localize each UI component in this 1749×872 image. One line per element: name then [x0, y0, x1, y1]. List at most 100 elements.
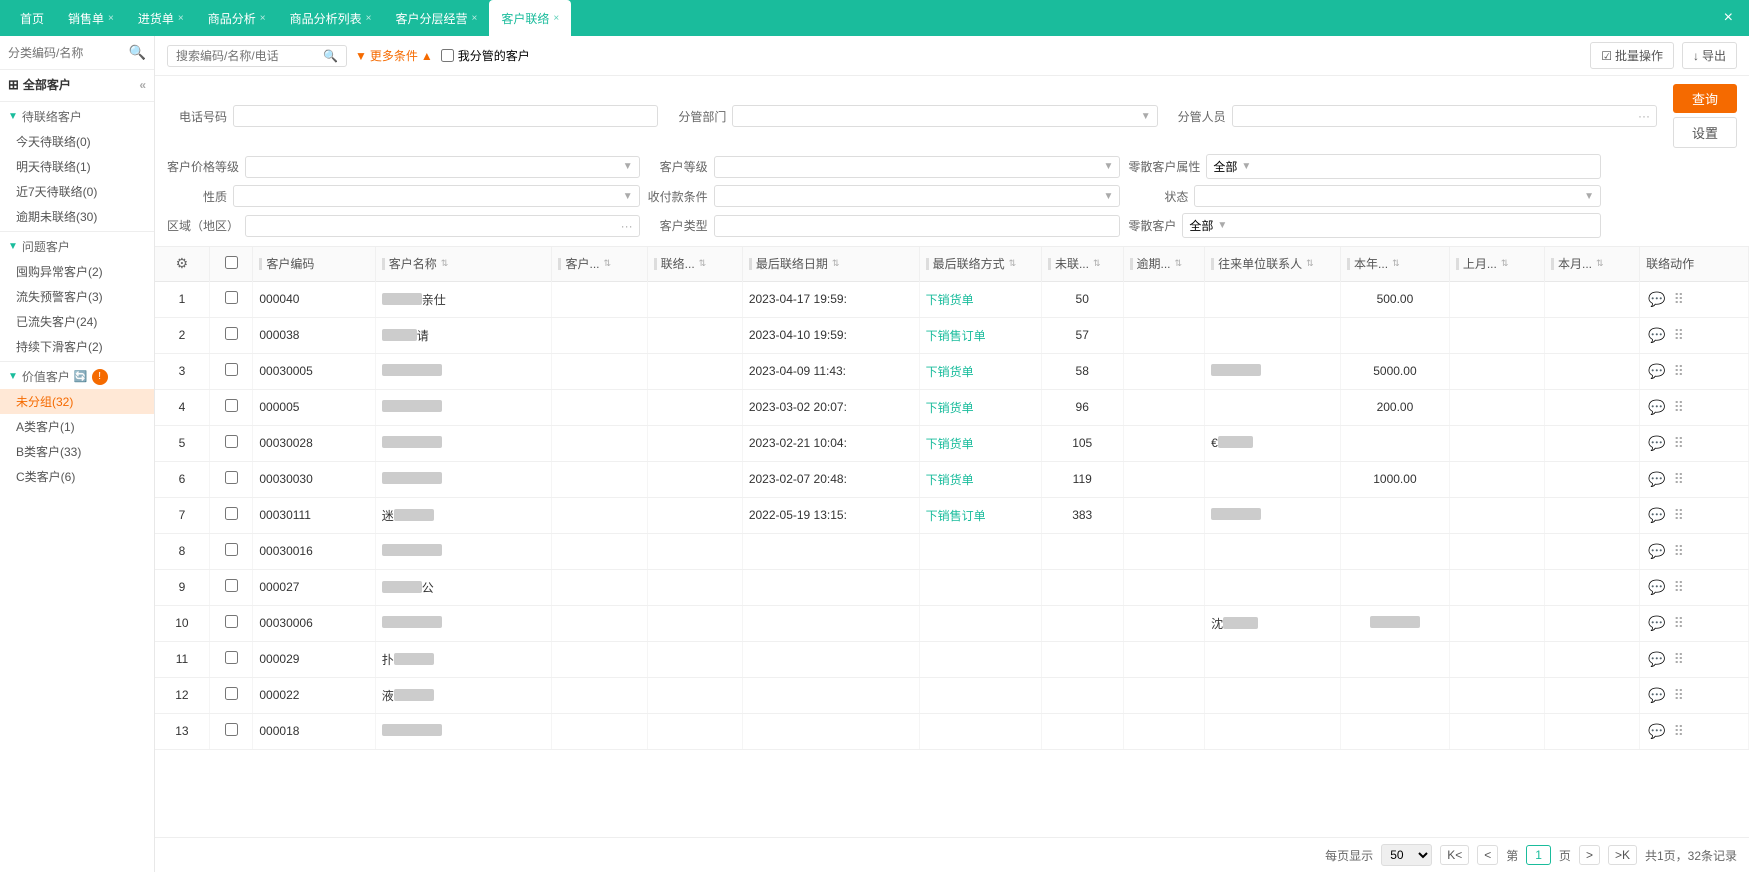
sidebar-search-input[interactable]	[8, 46, 125, 60]
row-checkbox[interactable]	[225, 471, 238, 484]
my-customers-checkbox[interactable]	[441, 49, 454, 62]
sidebar-group-problem[interactable]: ▼ 问题客户	[0, 234, 154, 259]
th-check[interactable]	[209, 247, 253, 281]
sort-icon-date[interactable]: ⇅	[832, 258, 840, 269]
tab-customer-tier-close[interactable]: ×	[471, 13, 477, 24]
sort-icon-lastmonth[interactable]: ⇅	[1501, 258, 1509, 269]
sidebar-item-class-a[interactable]: A类客户(1)	[0, 414, 154, 439]
price-level-box[interactable]: ▼	[245, 156, 640, 178]
nav-tab-customer-contact[interactable]: 客户联络 ×	[489, 0, 571, 36]
last-method-link[interactable]: 下销售订单	[926, 329, 986, 343]
more-icon[interactable]: ⠿	[1672, 505, 1686, 526]
sidebar-search-icon[interactable]: 🔍	[129, 44, 146, 61]
row-checkbox[interactable]	[225, 651, 238, 664]
customer-type-box[interactable]	[714, 215, 1121, 237]
customer-type-input[interactable]	[721, 219, 1114, 233]
settings-icon[interactable]: ⚙	[176, 255, 189, 272]
sidebar-item-ungrouped[interactable]: 未分组(32)	[0, 389, 154, 414]
tab-analysis-list-close[interactable]: ×	[366, 13, 372, 24]
message-icon[interactable]: 💬	[1646, 505, 1667, 526]
sidebar-collapse-btn[interactable]: «	[139, 78, 146, 92]
row-checkbox[interactable]	[225, 507, 238, 520]
more-icon[interactable]: ⠿	[1672, 433, 1686, 454]
row-check[interactable]	[209, 281, 253, 317]
filter-search-icon[interactable]: 🔍	[323, 49, 338, 63]
nav-tab-purchase[interactable]: 进货单 ×	[126, 0, 196, 36]
more-icon[interactable]: ⠿	[1672, 289, 1686, 310]
customer-level-box[interactable]: ▼	[714, 156, 1121, 178]
sort-icon-thisyear[interactable]: ⇅	[1392, 258, 1400, 269]
staff-input-box[interactable]: ···	[1232, 105, 1657, 127]
sidebar-item-churned[interactable]: 已流失客户(24)	[0, 309, 154, 334]
row-check[interactable]	[209, 533, 253, 569]
status-input[interactable]	[1201, 189, 1580, 203]
status-box[interactable]: ▼	[1194, 185, 1601, 207]
row-checkbox[interactable]	[225, 543, 238, 556]
sort-icon[interactable]: ⇅	[441, 258, 449, 269]
message-icon[interactable]: 💬	[1646, 325, 1667, 346]
more-icon[interactable]: ⠿	[1672, 613, 1686, 634]
last-method-link[interactable]: 下销货单	[926, 365, 974, 379]
next-page-btn[interactable]: >	[1579, 845, 1600, 865]
message-icon[interactable]: 💬	[1646, 361, 1667, 382]
query-button[interactable]: 查询	[1673, 84, 1737, 113]
select-all-checkbox[interactable]	[225, 256, 238, 269]
per-page-select[interactable]: 50 100 200	[1381, 844, 1432, 866]
nav-tab-customer-tier[interactable]: 客户分层经营 ×	[383, 0, 489, 36]
region-box[interactable]: ···	[245, 215, 640, 237]
sidebar-item-hoarding[interactable]: 囤购异常客户(2)	[0, 259, 154, 284]
sidebar-item-7days[interactable]: 近7天待联络(0)	[0, 179, 154, 204]
row-checkbox[interactable]	[225, 291, 238, 304]
row-check[interactable]	[209, 605, 253, 641]
sidebar-item-declining[interactable]: 持续下滑客户(2)	[0, 334, 154, 359]
row-check[interactable]	[209, 425, 253, 461]
nav-tab-analysis[interactable]: 商品分析 ×	[196, 0, 278, 36]
my-customers-filter[interactable]: 我分管的客户	[441, 47, 530, 64]
tab-sales-close[interactable]: ×	[108, 13, 114, 24]
last-method-link[interactable]: 下销货单	[926, 293, 974, 307]
message-icon[interactable]: 💬	[1646, 649, 1667, 670]
staff-more-icon[interactable]: ···	[1638, 109, 1650, 123]
message-icon[interactable]: 💬	[1646, 433, 1667, 454]
row-check[interactable]	[209, 677, 253, 713]
export-button[interactable]: ↓ 导出	[1682, 42, 1737, 69]
last-method-link[interactable]: 下销货单	[926, 473, 974, 487]
nav-tab-sales[interactable]: 销售单 ×	[56, 0, 126, 36]
row-check[interactable]	[209, 461, 253, 497]
dept-input[interactable]	[739, 109, 1136, 123]
refresh-icon[interactable]: 🔄	[74, 370, 88, 383]
phone-input-box[interactable]	[233, 105, 658, 127]
staff-input[interactable]	[1239, 109, 1634, 123]
sort-icon-type[interactable]: ⇅	[604, 258, 612, 269]
sort-icon-contact[interactable]: ⇅	[699, 258, 707, 269]
window-close-button[interactable]: ×	[1716, 9, 1741, 27]
message-icon[interactable]: 💬	[1646, 613, 1667, 634]
last-method-link[interactable]: 下销货单	[926, 437, 974, 451]
more-icon[interactable]: ⠿	[1672, 325, 1686, 346]
row-check[interactable]	[209, 569, 253, 605]
message-icon[interactable]: 💬	[1646, 721, 1667, 742]
message-icon[interactable]: 💬	[1646, 685, 1667, 706]
message-icon[interactable]: 💬	[1646, 469, 1667, 490]
more-icon[interactable]: ⠿	[1672, 361, 1686, 382]
batch-op-button[interactable]: ☑ 批量操作	[1590, 42, 1674, 69]
sidebar-item-class-c[interactable]: C类客户(6)	[0, 464, 154, 489]
nav-tab-analysis-list[interactable]: 商品分析列表 ×	[278, 0, 384, 36]
row-checkbox[interactable]	[225, 579, 238, 592]
nav-home[interactable]: 首页	[8, 0, 56, 36]
more-icon[interactable]: ⠿	[1672, 577, 1686, 598]
sidebar-item-today[interactable]: 今天待联络(0)	[0, 129, 154, 154]
sidebar-item-churn-warning[interactable]: 流失预警客户(3)	[0, 284, 154, 309]
region-input[interactable]	[252, 219, 617, 233]
dept-input-box[interactable]: ▼	[732, 105, 1157, 127]
payment-input[interactable]	[721, 189, 1100, 203]
retail-customer-box[interactable]: 全部 ▼	[1182, 213, 1601, 238]
sort-icon-method[interactable]: ⇅	[1009, 258, 1017, 269]
row-check[interactable]	[209, 713, 253, 749]
th-settings[interactable]: ⚙	[155, 247, 209, 281]
tab-purchase-close[interactable]: ×	[178, 13, 184, 24]
nature-box[interactable]: ▼	[233, 185, 640, 207]
sidebar-all-customers[interactable]: ⊞ 全部客户 «	[0, 70, 154, 99]
row-checkbox[interactable]	[225, 615, 238, 628]
filter-search-input[interactable]	[176, 49, 319, 63]
